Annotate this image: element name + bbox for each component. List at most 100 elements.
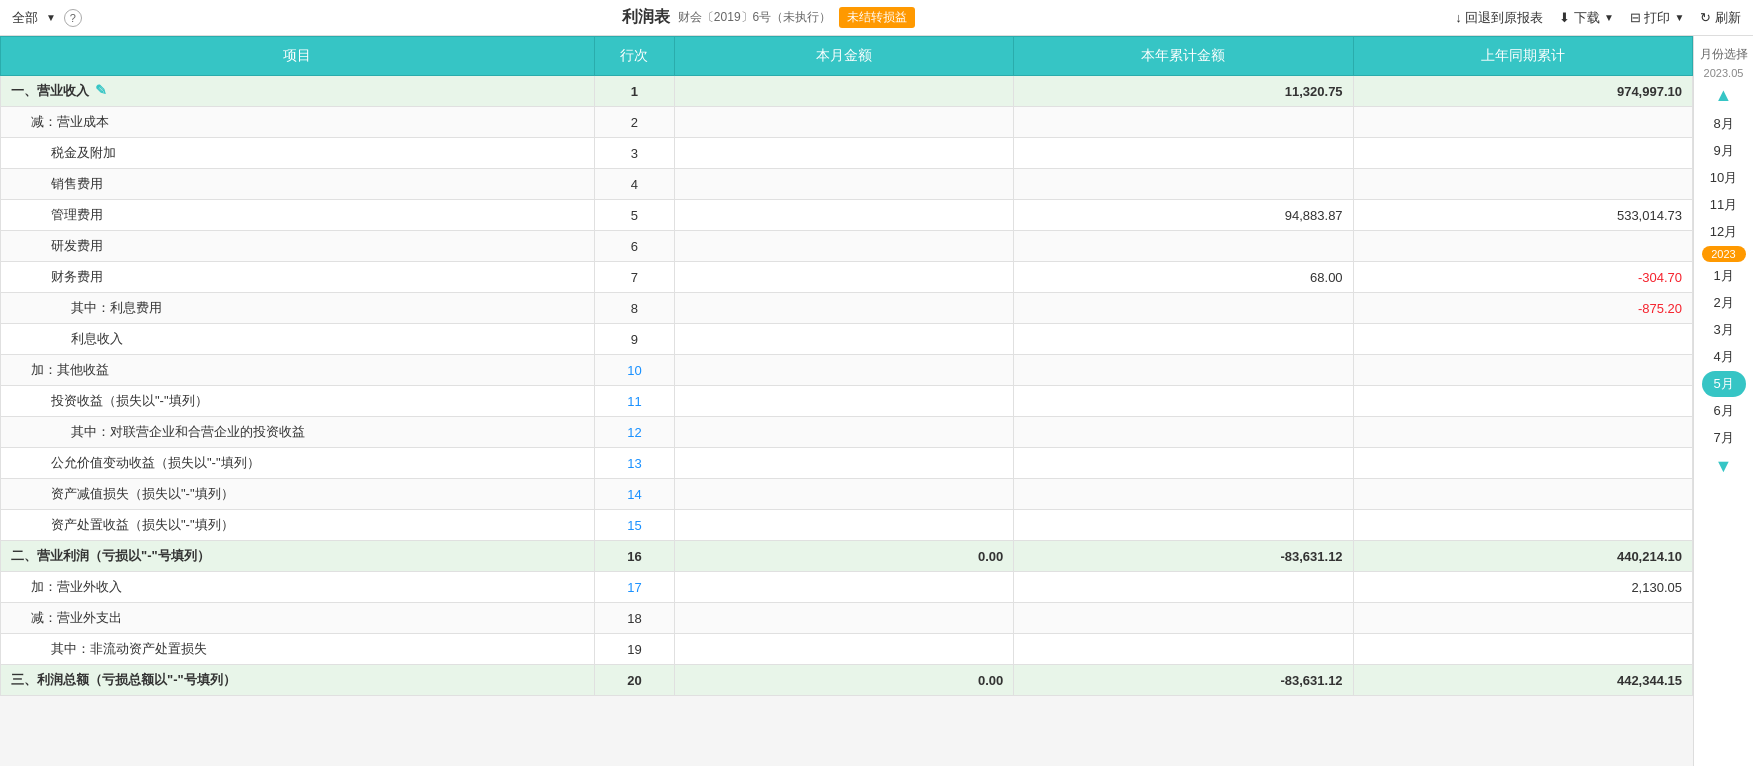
- cell-prev-2: [1353, 107, 1692, 138]
- download-button[interactable]: ⬇ 下载 ▼: [1559, 9, 1614, 27]
- col-header-month: 本月金额: [674, 37, 1013, 76]
- month-btn-12月[interactable]: 12月: [1702, 219, 1746, 245]
- cell-item-9: 利息收入: [1, 324, 595, 355]
- cell-rownum-10: 10: [594, 355, 674, 386]
- month-btn-10月[interactable]: 10月: [1702, 165, 1746, 191]
- cell-rownum-7: 7: [594, 262, 674, 293]
- refresh-button[interactable]: ↻ 刷新: [1700, 9, 1741, 27]
- month-btn-8月[interactable]: 8月: [1702, 111, 1746, 137]
- cell-prev-13: [1353, 448, 1692, 479]
- cell-prev-1: 974,997.10: [1353, 76, 1692, 107]
- cell-item-11: 投资收益（损失以"-"填列）: [1, 386, 595, 417]
- table-row: 二、营业利润（亏损以"-"号填列）160.00-83,631.12440,214…: [1, 541, 1693, 572]
- month-btn-1月[interactable]: 1月: [1702, 263, 1746, 289]
- cell-rownum-19: 19: [594, 634, 674, 665]
- cell-prev-5: 533,014.73: [1353, 200, 1692, 231]
- cell-item-20: 三、利润总额（亏损总额以"-"号填列）: [1, 665, 595, 696]
- cell-prev-10: [1353, 355, 1692, 386]
- cell-year-8: [1014, 293, 1353, 324]
- cell-year-14: [1014, 479, 1353, 510]
- cell-item-17: 加：营业外收入: [1, 572, 595, 603]
- cell-item-10: 加：其他收益: [1, 355, 595, 386]
- cell-month-9: [674, 324, 1013, 355]
- cell-prev-15: [1353, 510, 1692, 541]
- cell-item-12: 其中：对联营企业和合营企业的投资收益: [1, 417, 595, 448]
- cell-year-12: [1014, 417, 1353, 448]
- cell-month-7: [674, 262, 1013, 293]
- cell-rownum-11: 11: [594, 386, 674, 417]
- cell-rownum-3: 3: [594, 138, 674, 169]
- cell-month-19: [674, 634, 1013, 665]
- cell-rownum-13: 13: [594, 448, 674, 479]
- cell-item-15: 资产处置收益（损失以"-"填列）: [1, 510, 595, 541]
- month-btn-3月[interactable]: 3月: [1702, 317, 1746, 343]
- table-row: 减：营业成本2: [1, 107, 1693, 138]
- table-row: 其中：对联营企业和合营企业的投资收益12: [1, 417, 1693, 448]
- cell-item-8: 其中：利息费用: [1, 293, 595, 324]
- cell-item-6: 研发费用: [1, 231, 595, 262]
- cell-year-16: -83,631.12: [1014, 541, 1353, 572]
- month-btn-2023[interactable]: 2023: [1702, 246, 1746, 262]
- cell-year-4: [1014, 169, 1353, 200]
- col-header-prev: 上年同期累计: [1353, 37, 1692, 76]
- table-row: 其中：利息费用8 -875.20: [1, 293, 1693, 324]
- print-button[interactable]: ⊟ 打印 ▼: [1630, 9, 1685, 27]
- back-to-original-button[interactable]: ↓ 回退到原报表: [1455, 9, 1543, 27]
- cell-rownum-1: 1: [594, 76, 674, 107]
- cell-month-1: [674, 76, 1013, 107]
- cell-rownum-4: 4: [594, 169, 674, 200]
- table-container: 项目 行次 本月金额 本年累计金额 上年同期累计 一、营业收入✎111,320.…: [0, 36, 1693, 766]
- cell-month-18: [674, 603, 1013, 634]
- page-subtitle: 财会〔2019〕6号（未执行）: [678, 9, 831, 26]
- cell-year-15: [1014, 510, 1353, 541]
- cell-item-4: 销售费用: [1, 169, 595, 200]
- table-row: 研发费用6: [1, 231, 1693, 262]
- month-btn-6月[interactable]: 6月: [1702, 398, 1746, 424]
- status-badge: 未结转损益: [839, 7, 915, 28]
- month-btn-4月[interactable]: 4月: [1702, 344, 1746, 370]
- cell-item-3: 税金及附加: [1, 138, 595, 169]
- cell-month-5: [674, 200, 1013, 231]
- nav-up-icon[interactable]: ▲: [1711, 81, 1737, 110]
- dropdown-arrow-icon: ▼: [46, 12, 56, 23]
- month-btn-2月[interactable]: 2月: [1702, 290, 1746, 316]
- cell-month-20: 0.00: [674, 665, 1013, 696]
- month-btn-9月[interactable]: 9月: [1702, 138, 1746, 164]
- table-row: 税金及附加3: [1, 138, 1693, 169]
- cell-month-17: [674, 572, 1013, 603]
- cell-year-3: [1014, 138, 1353, 169]
- cell-prev-8: -875.20: [1353, 293, 1692, 324]
- month-btn-5月[interactable]: 5月: [1702, 371, 1746, 397]
- month-btn-11月[interactable]: 11月: [1702, 192, 1746, 218]
- edit-icon[interactable]: ✎: [95, 82, 107, 98]
- cell-year-13: [1014, 448, 1353, 479]
- table-row: 减：营业外支出18: [1, 603, 1693, 634]
- cell-prev-11: [1353, 386, 1692, 417]
- side-panel: 月份选择 2023.05 ▲ 8月9月10月11月12月20231月2月3月4月…: [1693, 36, 1753, 766]
- month-btn-7月[interactable]: 7月: [1702, 425, 1746, 451]
- table-row: 利息收入9: [1, 324, 1693, 355]
- table-row: 三、利润总额（亏损总额以"-"号填列）200.00-83,631.12442,3…: [1, 665, 1693, 696]
- cell-month-8: [674, 293, 1013, 324]
- cell-year-11: [1014, 386, 1353, 417]
- cell-prev-19: [1353, 634, 1692, 665]
- cell-month-6: [674, 231, 1013, 262]
- cell-rownum-2: 2: [594, 107, 674, 138]
- col-header-row: 行次: [594, 37, 674, 76]
- top-bar: 全部 ▼ ? 利润表 财会〔2019〕6号（未执行） 未结转损益 ↓ 回退到原报…: [0, 0, 1753, 36]
- cell-prev-7: -304.70: [1353, 262, 1692, 293]
- cell-prev-9: [1353, 324, 1692, 355]
- cell-month-2: [674, 107, 1013, 138]
- nav-down-icon[interactable]: ▼: [1711, 452, 1737, 481]
- cell-rownum-8: 8: [594, 293, 674, 324]
- cell-rownum-6: 6: [594, 231, 674, 262]
- help-icon[interactable]: ?: [64, 9, 82, 27]
- cell-rownum-18: 18: [594, 603, 674, 634]
- cell-month-4: [674, 169, 1013, 200]
- nav-all-label[interactable]: 全部: [12, 9, 38, 27]
- cell-year-2: [1014, 107, 1353, 138]
- cell-item-7: 财务费用: [1, 262, 595, 293]
- side-panel-title: 月份选择: [1700, 40, 1748, 65]
- cell-prev-17: 2,130.05: [1353, 572, 1692, 603]
- cell-year-5: 94,883.87: [1014, 200, 1353, 231]
